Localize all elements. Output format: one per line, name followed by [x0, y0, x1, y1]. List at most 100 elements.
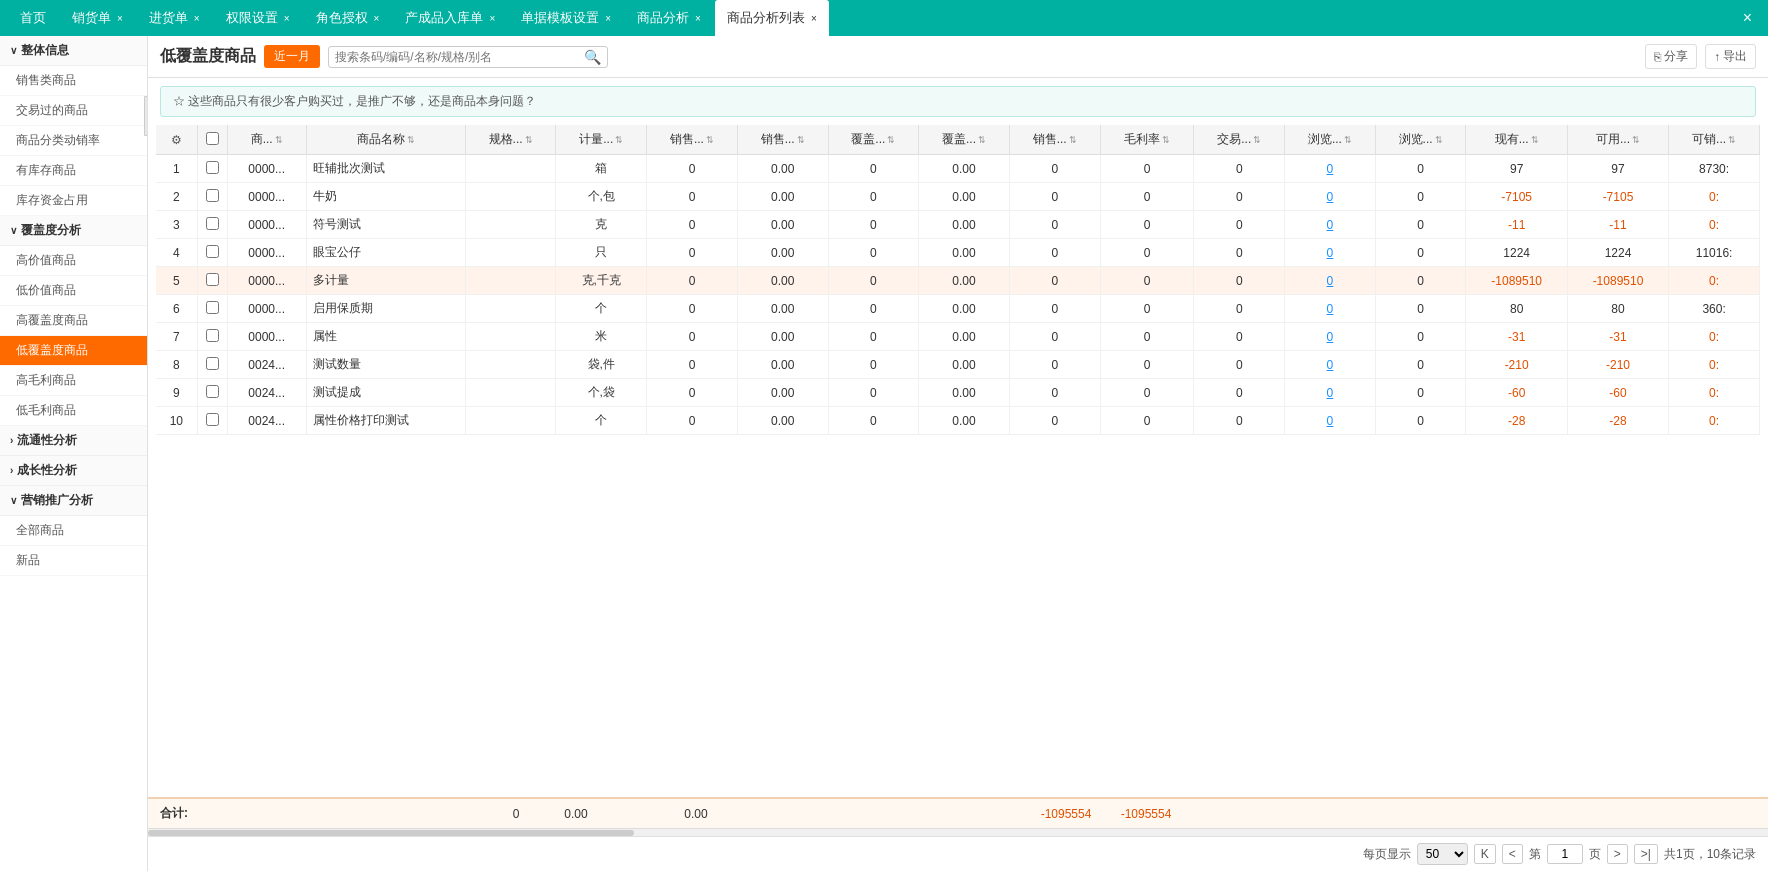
sidebar-section-flow[interactable]: › 流通性分析 [0, 426, 147, 456]
col-sales2[interactable]: 销售...⇅ [737, 125, 828, 155]
nav-tab-sales[interactable]: 销货单 × [60, 0, 135, 36]
row-browse1[interactable]: 0 [1285, 351, 1376, 379]
sidebar-section-overall[interactable]: ∨ 整体信息 [0, 36, 147, 66]
nav-tab-product[interactable]: 产成品入库单 × [393, 0, 507, 36]
sidebar-section-marketing[interactable]: ∨ 营销推广分析 [0, 486, 147, 516]
select-all-checkbox[interactable] [206, 132, 219, 145]
sidebar-item-new-goods[interactable]: 新品 [0, 546, 147, 576]
table-row: 4 0000... 眼宝公仔 只 0 0.00 0 0.00 0 0 0 0 0… [156, 239, 1760, 267]
col-sales1[interactable]: 销售...⇅ [647, 125, 738, 155]
sidebar-item-sales-goods[interactable]: 销售类商品 [0, 66, 147, 96]
sidebar-item-all-goods[interactable]: 全部商品 [0, 516, 147, 546]
col-cover1[interactable]: 覆盖...⇅ [828, 125, 919, 155]
col-current[interactable]: 现有...⇅ [1466, 125, 1567, 155]
nav-tab-template[interactable]: 单据模板设置 × [509, 0, 623, 36]
sidebar-section-growth[interactable]: › 成长性分析 [0, 456, 147, 486]
last-page-button[interactable]: >| [1634, 844, 1658, 864]
close-icon[interactable]: × [605, 13, 611, 24]
sidebar-collapse-button[interactable]: « [144, 96, 148, 136]
row-sales2: 0.00 [737, 211, 828, 239]
search-input[interactable] [335, 50, 584, 64]
row-browse1[interactable]: 0 [1285, 379, 1376, 407]
prev-page-button[interactable]: < [1502, 844, 1523, 864]
col-available[interactable]: 可用...⇅ [1567, 125, 1668, 155]
row-browse1[interactable]: 0 [1285, 323, 1376, 351]
row-checkbox[interactable] [206, 413, 219, 426]
row-cover1: 0 [828, 267, 919, 295]
row-browse1[interactable]: 0 [1285, 407, 1376, 435]
row-checkbox[interactable] [206, 245, 219, 258]
row-sales2: 0.00 [737, 351, 828, 379]
sidebar-item-sales-rate[interactable]: 商品分类动销率 [0, 126, 147, 156]
nav-tab-home[interactable]: 首页 [8, 0, 58, 36]
row-browse1[interactable]: 0 [1285, 155, 1376, 183]
sidebar-item-high-coverage[interactable]: 高覆盖度商品 [0, 306, 147, 336]
col-spec[interactable]: 规格...⇅ [465, 125, 556, 155]
sidebar-item-low-value[interactable]: 低价值商品 [0, 276, 147, 306]
close-icon[interactable]: × [194, 13, 200, 24]
sidebar-item-high-value[interactable]: 高价值商品 [0, 246, 147, 276]
nav-tab-role[interactable]: 角色授权 × [304, 0, 392, 36]
row-browse1[interactable]: 0 [1285, 211, 1376, 239]
row-browse1[interactable]: 0 [1285, 267, 1376, 295]
row-browse1[interactable]: 0 [1285, 239, 1376, 267]
first-page-button[interactable]: K [1474, 844, 1496, 864]
row-sales2: 0.00 [737, 379, 828, 407]
close-icon[interactable]: × [489, 13, 495, 24]
col-settings[interactable]: ⚙ [156, 125, 197, 155]
date-filter-button[interactable]: 近一月 [264, 45, 320, 68]
row-checkbox[interactable] [206, 161, 219, 174]
sidebar-item-traded-goods[interactable]: 交易过的商品 [0, 96, 147, 126]
col-gross[interactable]: 毛利率⇅ [1100, 125, 1194, 155]
nav-tab-permission[interactable]: 权限设置 × [214, 0, 302, 36]
page-number-input[interactable] [1547, 844, 1583, 864]
scroll-thumb[interactable] [148, 830, 634, 836]
col-trans[interactable]: 交易...⇅ [1194, 125, 1285, 155]
page-size-select[interactable]: 50 20 100 [1417, 843, 1468, 865]
close-icon[interactable]: × [374, 13, 380, 24]
row-browse1[interactable]: 0 [1285, 295, 1376, 323]
close-icon[interactable]: × [811, 13, 817, 24]
col-browse1[interactable]: 浏览...⇅ [1285, 125, 1376, 155]
row-checkbox[interactable] [206, 273, 219, 286]
row-checkbox[interactable] [206, 217, 219, 230]
row-sales3: 0 [1009, 267, 1100, 295]
horizontal-scrollbar[interactable] [148, 828, 1768, 836]
nav-tab-analysis-list[interactable]: 商品分析列表 × [715, 0, 829, 36]
row-checkbox[interactable] [206, 189, 219, 202]
row-browse1[interactable]: 0 [1285, 183, 1376, 211]
settings-icon[interactable]: ⚙ [171, 133, 182, 147]
close-all-button[interactable]: × [1735, 9, 1760, 27]
total-available: -1095554 [1106, 807, 1186, 821]
export-button[interactable]: ↑ 导出 [1705, 44, 1756, 69]
col-cover2[interactable]: 覆盖...⇅ [919, 125, 1010, 155]
row-cover1: 0 [828, 295, 919, 323]
nav-tab-purchase[interactable]: 进货单 × [137, 0, 212, 36]
row-checkbox[interactable] [206, 329, 219, 342]
row-checkbox[interactable] [206, 357, 219, 370]
row-checkbox[interactable] [206, 301, 219, 314]
share-button[interactable]: ⎘ 分享 [1645, 44, 1697, 69]
sidebar-item-stock-capital[interactable]: 库存资金占用 [0, 186, 147, 216]
sidebar-item-low-profit[interactable]: 低毛利商品 [0, 396, 147, 426]
sidebar-item-with-stock[interactable]: 有库存商品 [0, 156, 147, 186]
close-icon[interactable]: × [117, 13, 123, 24]
col-sales3[interactable]: 销售...⇅ [1009, 125, 1100, 155]
row-checkbox[interactable] [206, 385, 219, 398]
col-browse2[interactable]: 浏览...⇅ [1375, 125, 1466, 155]
nav-tab-analysis[interactable]: 商品分析 × [625, 0, 713, 36]
close-icon[interactable]: × [695, 13, 701, 24]
close-icon[interactable]: × [284, 13, 290, 24]
col-unit[interactable]: 计量...⇅ [556, 125, 647, 155]
table-row: 5 0000... 多计量 克,千克 0 0.00 0 0.00 0 0 0 0… [156, 267, 1760, 295]
sidebar-item-high-profit[interactable]: 高毛利商品 [0, 366, 147, 396]
row-num: 3 [156, 211, 197, 239]
col-sellable[interactable]: 可销...⇅ [1669, 125, 1760, 155]
col-name[interactable]: 商品名称⇅ [306, 125, 465, 155]
sidebar-section-coverage[interactable]: ∨ 覆盖度分析 [0, 216, 147, 246]
row-spec [465, 407, 556, 435]
sidebar-item-low-coverage[interactable]: 低覆盖度商品 [0, 336, 147, 366]
search-icon[interactable]: 🔍 [584, 49, 601, 65]
next-page-button[interactable]: > [1607, 844, 1628, 864]
col-code[interactable]: 商...⇅ [227, 125, 306, 155]
